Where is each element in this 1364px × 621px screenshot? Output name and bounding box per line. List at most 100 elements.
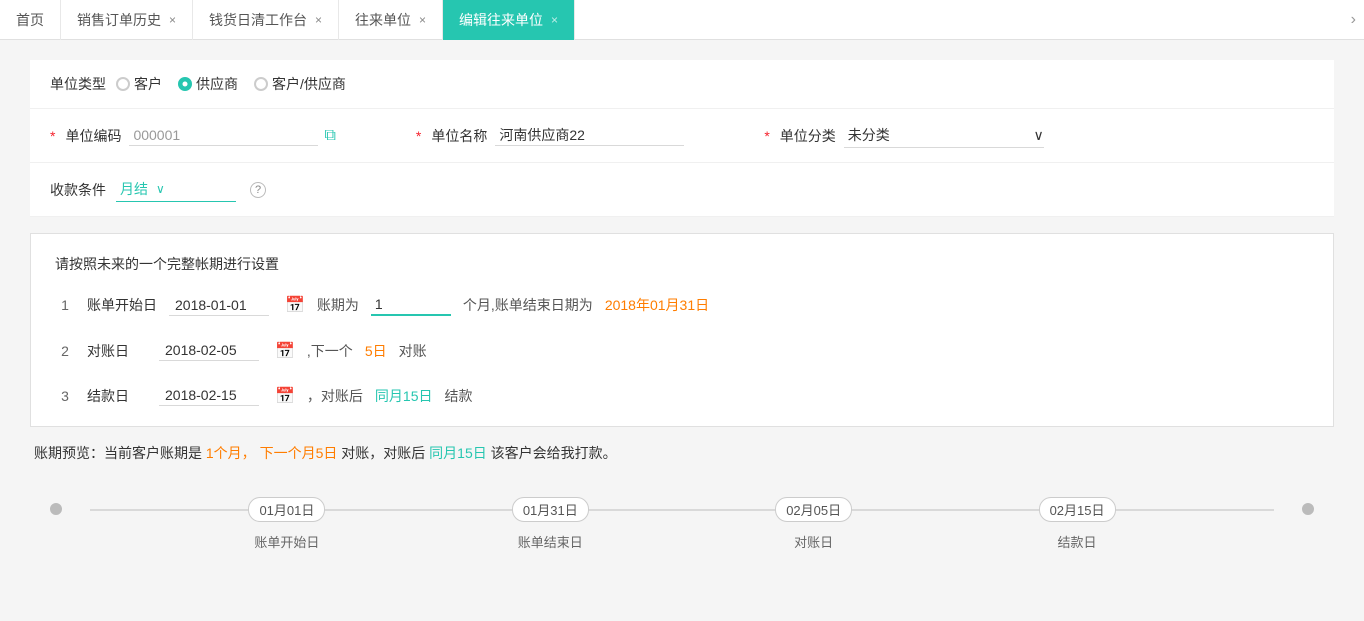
tab-contact-unit[interactable]: 往来单位 × — [339, 0, 443, 40]
preview-end-text: 该客户会给我打款。 — [491, 445, 617, 461]
period-row-2: 2 对账日 📅 ,下一个 5日 对账 — [55, 340, 1309, 361]
tab-bar: 首页 销售订单历史 × 钱货日清工作台 × 往来单位 × 编辑往来单位 × › — [0, 0, 1364, 40]
period-day-highlight-3: 同月15日 — [375, 386, 433, 406]
radio-customer[interactable]: 客户 — [116, 74, 162, 94]
calendar-icon-3[interactable]: 📅 — [275, 386, 295, 406]
period-num-2: 2 — [55, 343, 75, 359]
tab-cash-work-label: 钱货日清工作台 — [209, 10, 307, 30]
tab-edit-unit-close[interactable]: × — [551, 13, 558, 27]
unit-type-row: 单位类型 客户 供应商 客户/供应商 — [30, 60, 1334, 109]
timeline-badge-2: 01月31日 — [512, 497, 589, 522]
period-suffix-after-1: 个月,账单结束日期为 — [463, 295, 593, 315]
timeline-nodes: 01月01日 账单开始日 01月31日 账单结束日 02月05日 对账日 02月… — [50, 497, 1314, 551]
preview-months: 1个月， — [206, 445, 256, 461]
period-end-date-highlight: 2018年01月31日 — [605, 295, 709, 315]
period-prefix-2: ,下一个 — [307, 341, 353, 361]
period-date-3[interactable] — [159, 385, 259, 406]
unit-info-row: * 单位编码 ⧉ * 单位名称 * 单位分类 未分类 ∨ — [30, 109, 1334, 163]
timeline-start-dot — [50, 503, 62, 515]
period-row-1: 1 账单开始日 📅 账期为 个月,账单结束日期为 2018年01月31日 — [55, 294, 1309, 316]
tab-home[interactable]: 首页 — [0, 0, 61, 40]
timeline-badge-1: 01月01日 — [248, 497, 325, 522]
period-label-3: 结款日 — [87, 386, 147, 406]
radio-both[interactable]: 客户/供应商 — [254, 74, 346, 94]
radio-supplier-label: 供应商 — [196, 74, 238, 94]
tab-sales-order[interactable]: 销售订单历史 × — [61, 0, 193, 40]
tab-contact-unit-label: 往来单位 — [355, 10, 411, 30]
radio-customer-circle — [116, 77, 130, 91]
period-suffix-before-1: 账期为 — [317, 295, 359, 315]
unit-name-group: * 单位名称 — [416, 125, 684, 146]
timeline-badge-3: 02月05日 — [775, 497, 852, 522]
unit-code-copy-icon[interactable]: ⧉ — [324, 127, 335, 145]
unit-type-label: 单位类型 — [50, 74, 106, 94]
unit-classify-required: * — [764, 128, 769, 144]
period-num-3: 3 — [55, 388, 75, 404]
timeline-label-4: 结款日 — [1058, 532, 1097, 551]
calendar-icon-2[interactable]: 📅 — [275, 341, 295, 361]
payment-condition-help-icon[interactable]: ? — [250, 182, 266, 198]
timeline-start-node — [50, 497, 62, 551]
payment-condition-value: 月结 — [116, 177, 152, 201]
preview-reconcile-day: 下一个月5日 — [260, 445, 338, 461]
timeline-node-3: 02月05日 对账日 — [775, 497, 852, 551]
payment-condition-row: 收款条件 月结 ∨ ? — [30, 163, 1334, 217]
period-months-input[interactable] — [371, 294, 451, 316]
period-box: 请按照未来的一个完整帐期进行设置 1 账单开始日 📅 账期为 个月,账单结束日期… — [30, 233, 1334, 427]
radio-group: 客户 供应商 客户/供应商 — [116, 74, 346, 94]
timeline-end-dot — [1302, 503, 1314, 515]
timeline-label-2: 账单结束日 — [518, 532, 583, 551]
timeline-badge-4: 02月15日 — [1039, 497, 1116, 522]
preview-reconcile-text: 对账，对账后 — [341, 445, 425, 461]
timeline: 01月01日 账单开始日 01月31日 账单结束日 02月05日 对账日 02月… — [30, 487, 1334, 581]
timeline-end-node — [1302, 497, 1314, 551]
unit-name-required: * — [416, 128, 421, 144]
radio-both-label: 客户/供应商 — [272, 74, 346, 94]
calendar-icon-1[interactable]: 📅 — [285, 295, 305, 315]
payment-condition-select[interactable]: 月结 ∨ — [116, 177, 236, 202]
tab-cash-work-close[interactable]: × — [315, 13, 322, 27]
period-prefix-3: ，对账后 — [307, 386, 363, 406]
period-date-2[interactable] — [159, 340, 259, 361]
tab-bar-expand[interactable]: › — [1351, 11, 1364, 29]
unit-code-input[interactable] — [129, 125, 318, 146]
timeline-node-2: 01月31日 账单结束日 — [512, 497, 589, 551]
tab-edit-unit-label: 编辑往来单位 — [459, 10, 543, 30]
radio-customer-label: 客户 — [134, 74, 162, 94]
period-num-1: 1 — [55, 297, 75, 313]
tab-contact-unit-close[interactable]: × — [419, 13, 426, 27]
period-label-2: 对账日 — [87, 341, 147, 361]
period-date-1[interactable] — [169, 295, 269, 316]
payment-condition-arrow-icon: ∨ — [156, 182, 165, 196]
radio-both-circle — [254, 77, 268, 91]
tab-edit-unit[interactable]: 编辑往来单位 × — [443, 0, 575, 40]
unit-classify-value: 未分类 — [844, 123, 1034, 147]
preview-section: 账期预览：当前客户账期是 1个月， 下一个月5日 对账，对账后 同月15日 该客… — [30, 443, 1334, 601]
unit-classify-label: 单位分类 — [780, 126, 836, 146]
radio-supplier[interactable]: 供应商 — [178, 74, 238, 94]
timeline-node-4: 02月15日 结款日 — [1039, 497, 1116, 551]
unit-classify-arrow-icon: ∨ — [1034, 127, 1044, 144]
preview-text: 账期预览：当前客户账期是 1个月， 下一个月5日 对账，对账后 同月15日 该客… — [30, 443, 1334, 463]
radio-supplier-circle — [178, 77, 192, 91]
tab-cash-work[interactable]: 钱货日清工作台 × — [193, 0, 339, 40]
preview-payment-day: 同月15日 — [429, 445, 487, 461]
preview-label: 账期预览：当前客户账期是 — [34, 445, 202, 461]
period-row-3: 3 结款日 📅 ，对账后 同月15日 结款 — [55, 385, 1309, 406]
unit-name-input[interactable] — [495, 125, 684, 146]
unit-code-group: * 单位编码 ⧉ — [50, 125, 336, 146]
payment-condition-label: 收款条件 — [50, 180, 106, 200]
unit-classify-group: * 单位分类 未分类 ∨ — [764, 123, 1043, 148]
period-suffix-3: 结款 — [445, 386, 473, 406]
timeline-label-1: 账单开始日 — [254, 532, 319, 551]
unit-code-input-wrapper: ⧉ — [129, 125, 335, 146]
tab-sales-order-close[interactable]: × — [169, 13, 176, 27]
unit-classify-select[interactable]: 未分类 ∨ — [844, 123, 1044, 148]
timeline-node-1: 01月01日 账单开始日 — [248, 497, 325, 551]
main-content: 单位类型 客户 供应商 客户/供应商 * 单位编码 ⧉ — [0, 40, 1364, 621]
period-label-1: 账单开始日 — [87, 295, 157, 315]
unit-name-label: 单位名称 — [431, 126, 487, 146]
unit-code-label: 单位编码 — [65, 126, 121, 146]
timeline-label-3: 对账日 — [794, 532, 833, 551]
tab-home-label: 首页 — [16, 10, 44, 30]
